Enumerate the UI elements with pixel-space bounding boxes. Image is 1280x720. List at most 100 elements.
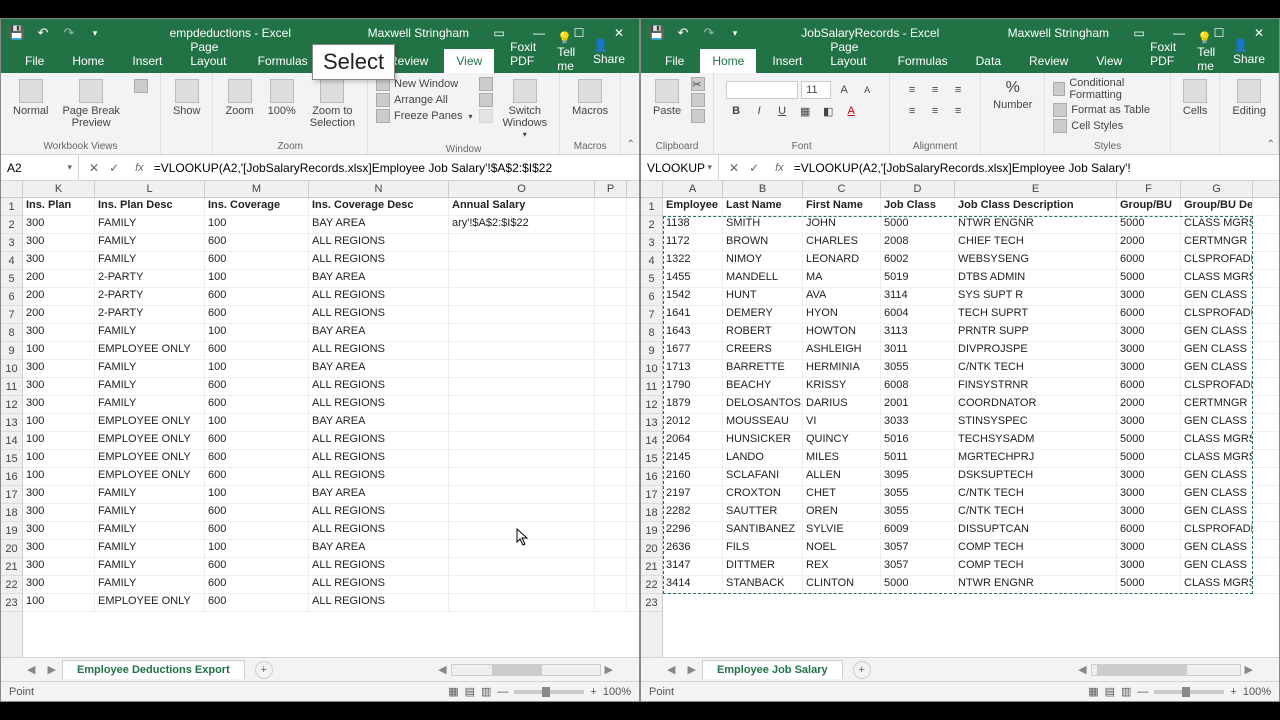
align-bottom-icon[interactable]: ≡ (948, 81, 968, 99)
macros-button[interactable]: Macros (568, 77, 612, 119)
cell[interactable]: ALL REGIONS (309, 504, 449, 521)
cell[interactable]: 2012 (663, 414, 723, 431)
cell[interactable]: 3000 (1117, 486, 1181, 503)
cell[interactable] (449, 342, 595, 359)
cell[interactable]: BAY AREA (309, 540, 449, 557)
cell[interactable]: EMPLOYEE ONLY (95, 468, 205, 485)
cell[interactable]: CHET (803, 486, 881, 503)
row-header[interactable]: 8 (641, 324, 662, 342)
cancel-formula-icon[interactable]: ✕ (89, 161, 99, 175)
normal-view-icon[interactable]: ▦ (1088, 685, 1098, 698)
cell[interactable]: 6000 (1117, 522, 1181, 539)
cell[interactable] (595, 306, 627, 323)
cell[interactable]: STINSYSPEC (955, 414, 1117, 431)
cell[interactable]: ALL REGIONS (309, 558, 449, 575)
cell[interactable]: 300 (23, 378, 95, 395)
cell[interactable]: 300 (23, 234, 95, 251)
cell[interactable] (449, 594, 595, 611)
cell[interactable]: 2-PARTY (95, 306, 205, 323)
border-icon[interactable]: ▦ (795, 102, 815, 120)
cell[interactable] (595, 378, 627, 395)
cell[interactable]: GEN CLASS (1181, 414, 1253, 431)
cell[interactable]: 100 (23, 342, 95, 359)
cell[interactable] (595, 504, 627, 521)
font-size-select[interactable]: 11 (801, 81, 831, 99)
cell[interactable] (595, 414, 627, 431)
cell[interactable] (449, 234, 595, 251)
tab-formulas[interactable]: Formulas (246, 49, 320, 73)
paste-button[interactable]: Paste (649, 77, 685, 119)
conditional-formatting-button[interactable]: Conditional Formatting (1053, 77, 1162, 101)
row-header[interactable]: 5 (641, 270, 662, 288)
cell[interactable]: 3414 (663, 576, 723, 593)
cell[interactable]: 3113 (881, 324, 955, 341)
cell[interactable]: GEN CLASS (1181, 324, 1253, 341)
cell[interactable]: BAY AREA (309, 414, 449, 431)
cell[interactable]: 2636 (663, 540, 723, 557)
row-header[interactable]: 11 (1, 378, 22, 396)
align-center-icon[interactable]: ≡ (925, 102, 945, 120)
tell-me-button[interactable]: 💡 Tell me (1197, 31, 1223, 73)
sheet-nav-next-icon[interactable]: ▶ (681, 663, 701, 676)
collapse-ribbon-icon[interactable]: ⌃ (627, 139, 635, 150)
sheet-tab-jobsalary[interactable]: Employee Job Salary (702, 660, 843, 679)
column-header[interactable]: B (723, 181, 803, 197)
cell[interactable]: CLASS MGRS (1181, 270, 1253, 287)
cell[interactable]: 200 (23, 270, 95, 287)
cell[interactable]: 2000 (1117, 234, 1181, 251)
cell[interactable]: NOEL (803, 540, 881, 557)
share-button[interactable]: 👤 Share (1233, 38, 1265, 66)
cell[interactable]: 100 (205, 486, 309, 503)
header-cell[interactable]: Ins. Plan (23, 198, 95, 215)
cell[interactable] (449, 486, 595, 503)
header-cell[interactable]: Job Class (881, 198, 955, 215)
row-header[interactable]: 17 (1, 486, 22, 504)
cell[interactable]: GEN CLASS (1181, 504, 1253, 521)
page-break-view-icon[interactable]: ▥ (481, 685, 491, 698)
header-cell[interactable]: Group/BU (1117, 198, 1181, 215)
cell[interactable]: BARRETTE (723, 360, 803, 377)
cell[interactable]: 3000 (1117, 360, 1181, 377)
cell[interactable]: 3057 (881, 540, 955, 557)
cell[interactable]: ROBERT (723, 324, 803, 341)
cell[interactable]: CREERS (723, 342, 803, 359)
number-format-button[interactable]: %Number (989, 77, 1036, 113)
select-all-corner[interactable] (641, 181, 663, 197)
format-as-table-button[interactable]: Format as Table (1053, 103, 1150, 117)
cell[interactable] (449, 288, 595, 305)
cell[interactable]: CLSPROFADM (1181, 252, 1253, 269)
column-header[interactable]: O (449, 181, 595, 197)
row-header[interactable]: 12 (641, 396, 662, 414)
cell[interactable]: FAMILY (95, 522, 205, 539)
cell[interactable]: CHIEF TECH (955, 234, 1117, 251)
cell[interactable]: CLSPROFADM (1181, 522, 1253, 539)
cell[interactable]: 600 (205, 396, 309, 413)
cell[interactable]: 3055 (881, 360, 955, 377)
row-header[interactable]: 10 (641, 360, 662, 378)
cell[interactable] (595, 432, 627, 449)
row-header[interactable]: 4 (641, 252, 662, 270)
cell[interactable] (595, 450, 627, 467)
cell[interactable] (449, 306, 595, 323)
cell[interactable]: FILS (723, 540, 803, 557)
copy-icon[interactable] (691, 93, 705, 107)
accept-formula-icon[interactable]: ✓ (109, 161, 119, 175)
cell[interactable]: CLASS MGRS (1181, 450, 1253, 467)
cell[interactable]: 2064 (663, 432, 723, 449)
cell[interactable]: 100 (205, 360, 309, 377)
cell[interactable]: COMP TECH (955, 558, 1117, 575)
row-header[interactable]: 18 (1, 504, 22, 522)
page-layout-icon[interactable] (130, 77, 152, 95)
cell[interactable]: 600 (205, 504, 309, 521)
cell[interactable]: 6000 (1117, 252, 1181, 269)
cell[interactable]: SCLAFANI (723, 468, 803, 485)
cell[interactable]: 300 (23, 486, 95, 503)
hscroll-right-icon[interactable]: ▶ (1245, 663, 1253, 676)
cell[interactable]: EMPLOYEE ONLY (95, 414, 205, 431)
cell[interactable]: CLASS MGRS (1181, 216, 1253, 233)
cell[interactable]: BROWN (723, 234, 803, 251)
tab-view[interactable]: View (1084, 49, 1134, 73)
row-header[interactable]: 22 (1, 576, 22, 594)
cell[interactable]: ALL REGIONS (309, 234, 449, 251)
cell[interactable]: COORDNATOR (955, 396, 1117, 413)
